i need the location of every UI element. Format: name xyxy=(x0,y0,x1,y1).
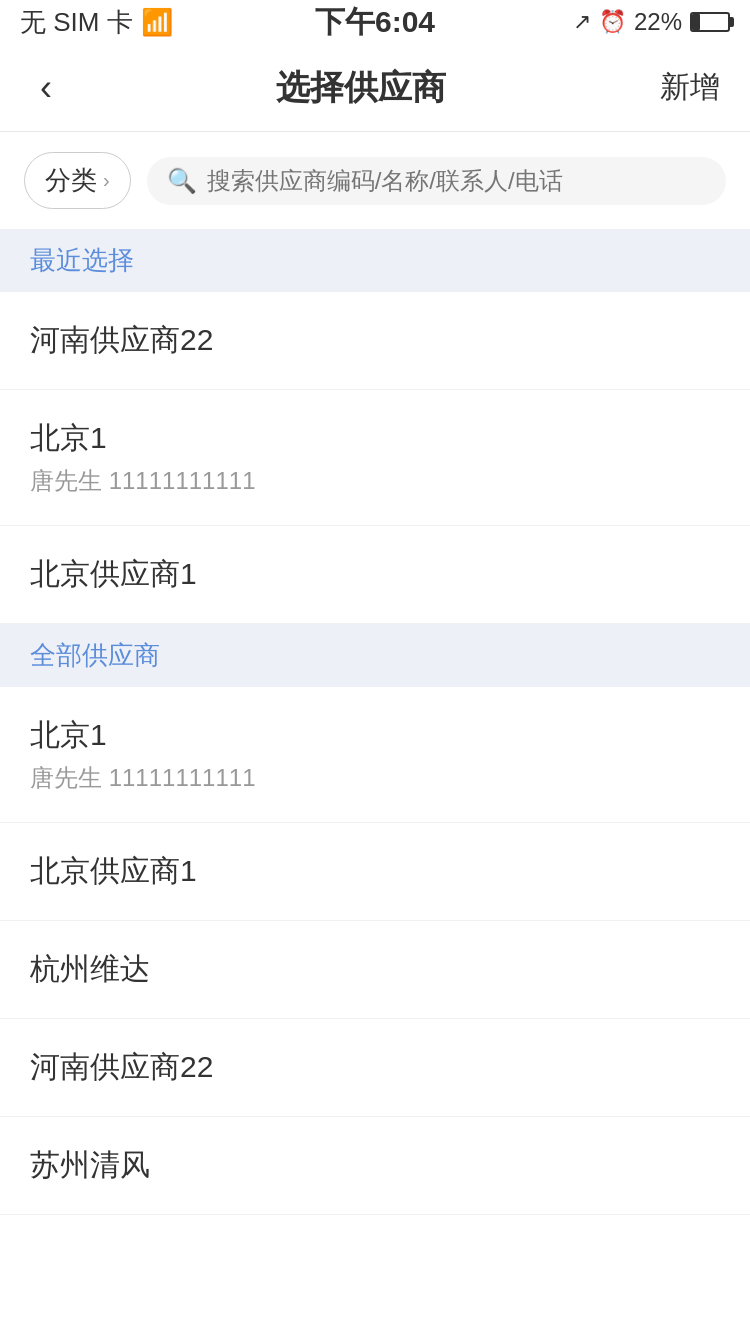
item-name: 北京供应商1 xyxy=(30,554,720,595)
item-name: 北京1 xyxy=(30,715,720,756)
section-header-label-all: 全部供应商 xyxy=(30,640,160,670)
location-icon: ↗ xyxy=(573,9,591,35)
wifi-icon: 📶 xyxy=(141,7,173,38)
status-left: 无 SIM 卡 📶 xyxy=(20,5,173,40)
item-name: 河南供应商22 xyxy=(30,320,720,361)
list-item[interactable]: 北京供应商1 xyxy=(0,526,750,624)
battery-icon xyxy=(690,12,730,32)
item-sub: 唐先生 11111111111 xyxy=(30,762,720,794)
status-time: 下午6:04 xyxy=(315,2,435,43)
item-name: 杭州维达 xyxy=(30,949,720,990)
add-button[interactable]: 新增 xyxy=(660,67,720,108)
search-input[interactable] xyxy=(207,167,706,195)
sim-label: 无 SIM 卡 xyxy=(20,5,133,40)
back-button[interactable]: ‹ xyxy=(30,57,62,119)
list-item[interactable]: 河南供应商22 xyxy=(0,1019,750,1117)
status-bar: 无 SIM 卡 📶 下午6:04 ↗ ⏰ 22% xyxy=(0,0,750,44)
item-name: 北京供应商1 xyxy=(30,851,720,892)
sections-container: 最近选择河南供应商22 北京1 唐先生 11111111111 北京供应商1 全部供应商… xyxy=(0,229,750,1215)
nav-bar: ‹ 选择供应商 新增 xyxy=(0,44,750,132)
chevron-right-icon: › xyxy=(103,169,110,192)
list-item[interactable]: 北京供应商1 xyxy=(0,823,750,921)
list-item[interactable]: 北京1 唐先生 11111111111 xyxy=(0,687,750,823)
list-item[interactable]: 北京1 唐先生 11111111111 xyxy=(0,390,750,526)
category-button[interactable]: 分类 › xyxy=(24,152,131,209)
item-name: 苏州清风 xyxy=(30,1145,720,1186)
section-header-label-recent: 最近选择 xyxy=(30,245,134,275)
list-item[interactable]: 河南供应商22 xyxy=(0,292,750,390)
section-header-all: 全部供应商 xyxy=(0,624,750,687)
item-sub: 唐先生 11111111111 xyxy=(30,465,720,497)
search-bar: 分类 › 🔍 xyxy=(0,132,750,229)
search-icon: 🔍 xyxy=(167,167,197,195)
alarm-icon: ⏰ xyxy=(599,9,626,35)
search-input-wrap: 🔍 xyxy=(147,157,726,205)
list-item[interactable]: 苏州清风 xyxy=(0,1117,750,1215)
item-name: 北京1 xyxy=(30,418,720,459)
category-label: 分类 xyxy=(45,163,97,198)
section-header-recent: 最近选择 xyxy=(0,229,750,292)
battery-percent: 22% xyxy=(634,8,682,36)
page-title: 选择供应商 xyxy=(276,65,446,111)
list-item[interactable]: 杭州维达 xyxy=(0,921,750,1019)
status-right: ↗ ⏰ 22% xyxy=(573,8,730,36)
item-name: 河南供应商22 xyxy=(30,1047,720,1088)
